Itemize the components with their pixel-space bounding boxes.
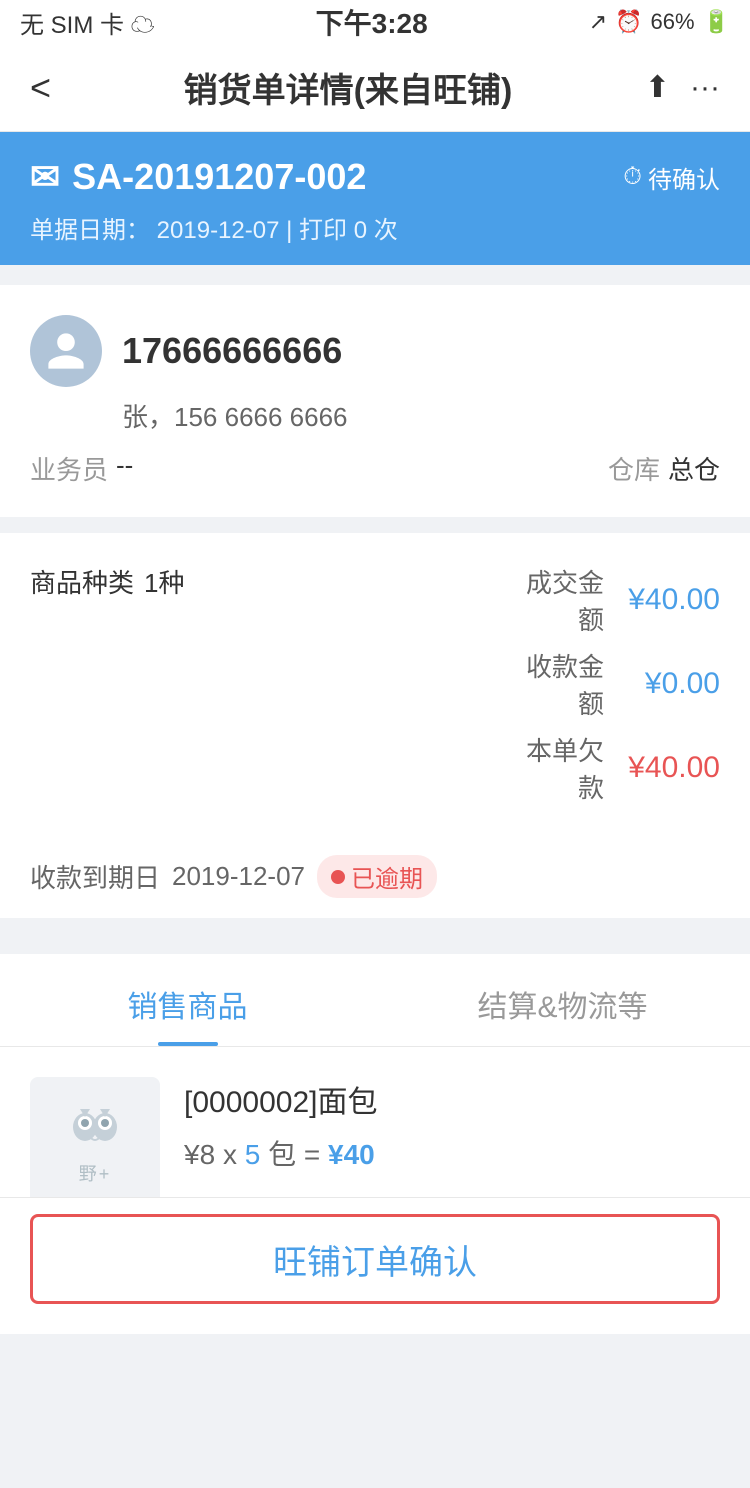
order-date-label: 单据日期： xyxy=(30,217,150,244)
battery-text: 66% xyxy=(651,9,695,35)
payment-label: 收款金额 xyxy=(504,647,604,721)
status-time: 下午3:28 xyxy=(316,2,428,42)
owl-icon xyxy=(65,1099,125,1160)
types-value: 1种 xyxy=(144,563,184,600)
more-icon[interactable]: ··· xyxy=(690,71,720,105)
product-types: 商品种类 1种 xyxy=(30,563,184,600)
status-right: ↗ ⏰ 66% 🔋 xyxy=(589,9,730,35)
quantity: 5 xyxy=(245,1139,261,1170)
nav-bar: < 销货单详情(来自旺铺) ⬆ ··· xyxy=(0,44,750,132)
tab-settlement[interactable]: 结算&物流等 xyxy=(375,954,750,1046)
order-date-value: 2019-12-07 xyxy=(157,217,280,244)
customer-meta: 业务员 -- 仓库 总仓 xyxy=(30,450,720,487)
share-icon[interactable]: ⬆ xyxy=(645,70,670,105)
avatar-icon xyxy=(44,329,88,373)
order-date-separator: | xyxy=(286,217,299,244)
status-bar: 无 SIM 卡 ☁ 下午3:28 ↗ ⏰ 66% 🔋 xyxy=(0,0,750,44)
order-date-row: 单据日期： 2019-12-07 | 打印 0 次 xyxy=(30,210,720,245)
brand-text: 野+ xyxy=(79,1160,112,1186)
overdue-dot-icon xyxy=(331,870,345,884)
due-date-label: 收款到期日 xyxy=(30,858,160,895)
warehouse-item: 仓库 总仓 xyxy=(608,450,720,487)
overdue-text: 已逾期 xyxy=(351,859,423,894)
customer-name: 张，156 6666 6666 xyxy=(122,397,720,434)
payment-row: 收款金额 ¥0.00 xyxy=(504,647,720,721)
order-header: ✉ SA-20191207-002 ⏱ 待确认 单据日期： 2019-12-07… xyxy=(0,132,750,265)
status-left: 无 SIM 卡 ☁ xyxy=(20,5,155,40)
summary-right: 成交金额 ¥40.00 收款金额 ¥0.00 本单欠款 ¥40.00 xyxy=(504,563,720,805)
amount-label: 成交金额 xyxy=(504,563,604,637)
order-id-text: SA-20191207-002 xyxy=(72,156,366,198)
product-price-row: ¥8 x 5 包 = ¥40 xyxy=(184,1133,720,1173)
customer-phone: 17666666666 xyxy=(122,330,342,372)
battery-icon: 🔋 xyxy=(703,9,730,35)
summary-card: 商品种类 1种 成交金额 ¥40.00 收款金额 ¥0.00 本单欠款 ¥40.… xyxy=(0,533,750,835)
sales-label: 业务员 xyxy=(30,450,108,487)
alarm-icon: ⏰ xyxy=(615,9,642,35)
customer-card: 17666666666 张，156 6666 6666 业务员 -- 仓库 总仓 xyxy=(0,285,750,517)
debt-label: 本单欠款 xyxy=(504,731,604,805)
summary-left: 商品种类 1种 xyxy=(30,563,184,600)
amount-value: ¥40.00 xyxy=(620,583,720,617)
confirm-order-button[interactable]: 旺铺订单确认 xyxy=(30,1214,720,1304)
sales-item: 业务员 -- xyxy=(30,450,133,487)
page-title: 销货单详情(来自旺铺) xyxy=(184,63,513,112)
nav-actions: ⬆ ··· xyxy=(645,70,720,105)
tabs: 销售商品 结算&物流等 xyxy=(0,954,750,1047)
debt-value: ¥40.00 xyxy=(620,751,720,785)
warehouse-label: 仓库 xyxy=(608,450,660,487)
debt-row: 本单欠款 ¥40.00 xyxy=(504,731,720,805)
order-status: ⏱ 待确认 xyxy=(623,160,720,195)
location-icon: ↗ xyxy=(589,9,607,35)
clock-icon: ⏱ xyxy=(623,163,642,191)
customer-top: 17666666666 xyxy=(30,315,720,387)
bottom-bar: 旺铺订单确认 xyxy=(0,1197,750,1334)
due-date-row: 收款到期日 2019-12-07 已逾期 xyxy=(0,835,750,918)
order-status-text: 待确认 xyxy=(648,160,720,195)
due-date-value: 2019-12-07 xyxy=(172,861,305,892)
warehouse-value: 总仓 xyxy=(668,450,720,487)
order-envelope-icon: ✉ xyxy=(30,156,60,198)
multiply-sign: x xyxy=(223,1139,245,1170)
customer-avatar xyxy=(30,315,102,387)
amount-row: 成交金额 ¥40.00 xyxy=(504,563,720,637)
unit: 包 xyxy=(268,1139,296,1170)
total-price: ¥40 xyxy=(328,1139,375,1170)
tab-products[interactable]: 销售商品 xyxy=(0,954,375,1046)
product-brand-logo: 野+ xyxy=(65,1099,125,1186)
overdue-badge: 已逾期 xyxy=(317,855,437,898)
divider-1 xyxy=(0,517,750,533)
print-count: 0 xyxy=(354,217,367,244)
product-image: 野+ xyxy=(30,1077,160,1207)
equals-sign: = xyxy=(304,1139,328,1170)
order-header-top: ✉ SA-20191207-002 ⏱ 待确认 xyxy=(30,156,720,198)
print-label: 打印 xyxy=(299,217,347,244)
divider-2 xyxy=(0,918,750,934)
payment-value: ¥0.00 xyxy=(620,667,720,701)
types-label: 商品种类 xyxy=(30,563,134,600)
order-id: ✉ SA-20191207-002 xyxy=(30,156,366,198)
back-button[interactable]: < xyxy=(30,67,51,109)
sales-value: -- xyxy=(116,450,133,487)
product-details: [0000002]面包 ¥8 x 5 包 = ¥40 xyxy=(184,1077,720,1207)
product-name: [0000002]面包 xyxy=(184,1077,720,1121)
print-unit: 次 xyxy=(374,217,398,244)
unit-price: ¥8 xyxy=(184,1139,215,1170)
no-sim-text: 无 SIM 卡 ☁ xyxy=(20,5,155,40)
